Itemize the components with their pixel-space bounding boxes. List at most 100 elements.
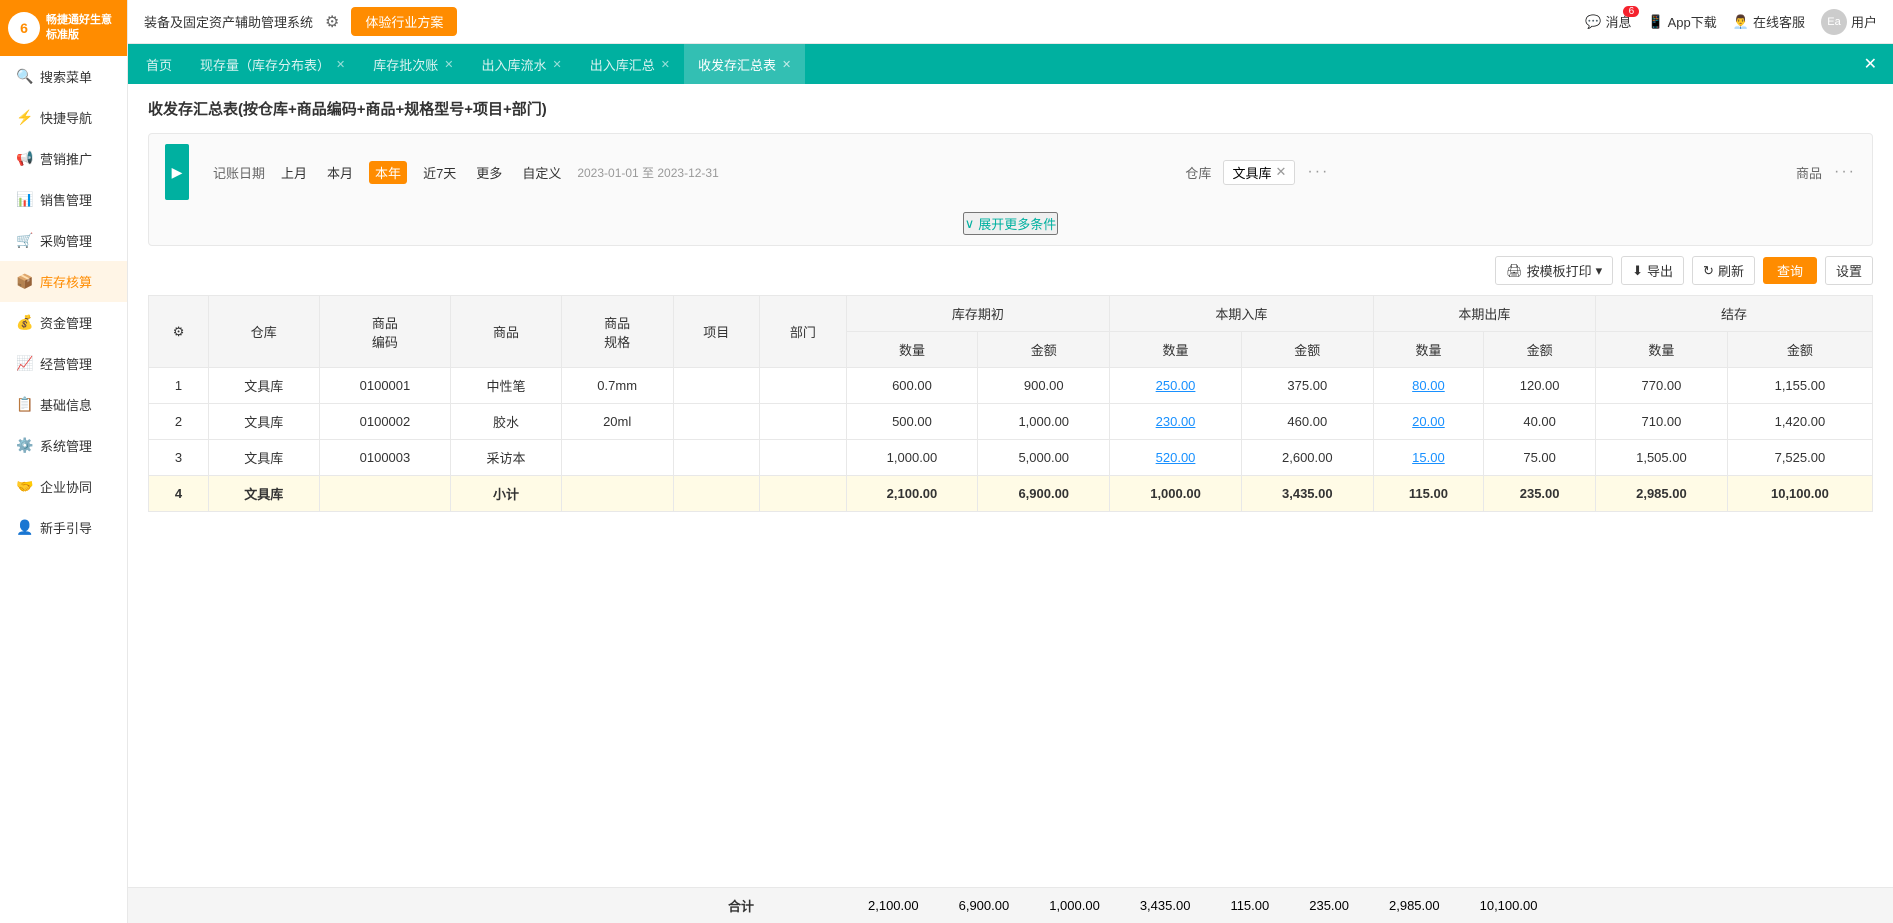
header-left: 装备及固定资产辅助管理系统 ⚙ 体验行业方案 (144, 7, 457, 36)
tab-batch[interactable]: 库存批次账 ✕ (359, 44, 467, 84)
cell-in-qty[interactable]: 520.00 (1110, 440, 1242, 476)
cell-balance-amt: 1,420.00 (1727, 404, 1872, 440)
cell-opening-qty: 2,100.00 (846, 476, 978, 512)
date-btn-7days[interactable]: 近7天 (419, 161, 460, 184)
sidebar-item-sales[interactable]: 📊 销售管理 (0, 179, 127, 220)
user-menu-btn[interactable]: Ea 用户 (1821, 9, 1877, 35)
cell-opening-qty: 600.00 (846, 368, 978, 404)
system-name: 装备及固定资产辅助管理系统 (144, 12, 313, 31)
marketing-icon: 📢 (16, 150, 32, 167)
basicinfo-icon: 📋 (16, 396, 32, 413)
date-btn-custom[interactable]: 自定义 (518, 161, 565, 184)
avatar: Ea (1821, 9, 1847, 35)
cell-index: 1 (149, 368, 209, 404)
sidebar-item-basicinfo[interactable]: 📋 基础信息 (0, 384, 127, 425)
print-btn[interactable]: 🖨 按模板打印 ▾ (1495, 256, 1613, 285)
col-opening-qty: 数量 (846, 332, 978, 368)
online-service-btn[interactable]: 👨‍💼 在线客服 (1733, 12, 1805, 31)
cell-code (319, 476, 451, 512)
cell-spec: 20ml (561, 404, 673, 440)
purchase-icon: 🛒 (16, 232, 32, 249)
tab-bar-close-btn[interactable]: ✕ (1852, 54, 1889, 74)
message-icon: 💬 (1585, 14, 1601, 30)
filter-arrow-btn[interactable]: ▶ (165, 144, 189, 200)
app-download-btn[interactable]: 📱 App下载 (1647, 12, 1716, 31)
enterprise-icon: 🤝 (16, 478, 32, 495)
date-btn-this-year[interactable]: 本年 (369, 161, 407, 184)
expand-btn[interactable]: ∨ 展开更多条件 (963, 212, 1059, 235)
warehouse-more-btn[interactable]: ··· (1307, 163, 1329, 181)
inventory-icon: 📦 (16, 273, 32, 290)
col-balance-amt: 金额 (1727, 332, 1872, 368)
cell-opening-qty: 1,000.00 (846, 440, 978, 476)
sidebar-logo: 6 畅捷通好生意 标准版 (0, 0, 127, 56)
logo-icon: 6 (8, 12, 40, 44)
sidebar-item-marketing[interactable]: 📢 营销推广 (0, 138, 127, 179)
tab-summary[interactable]: 出入库汇总 ✕ (576, 44, 684, 84)
tab-flow[interactable]: 出入库流水 ✕ (467, 44, 575, 84)
footer-in-qty: 1,000.00 (1049, 898, 1100, 913)
refresh-icon: ↻ (1703, 263, 1714, 279)
date-btn-last-month[interactable]: 上月 (277, 161, 311, 184)
filter-bar: ▶ 记账日期 上月 本月 本年 近7天 更多 自定义 2023-01-01 至 … (148, 133, 1873, 246)
sidebar-item-enterprise[interactable]: 🤝 企业协同 (0, 466, 127, 507)
sidebar-item-system[interactable]: ⚙️ 系统管理 (0, 425, 127, 466)
cell-warehouse: 文具库 (209, 368, 319, 404)
cell-code: 0100003 (319, 440, 451, 476)
warehouse-tag-close[interactable]: ✕ (1275, 164, 1286, 180)
cell-spec (561, 440, 673, 476)
cell-project (673, 440, 760, 476)
query-btn[interactable]: 查询 (1763, 257, 1817, 284)
try-industry-btn[interactable]: 体验行业方案 (351, 7, 457, 36)
cell-in-qty[interactable]: 230.00 (1110, 404, 1242, 440)
col-opening-amt: 金额 (978, 332, 1110, 368)
date-range: 2023-01-01 至 2023-12-31 (577, 164, 718, 181)
sidebar-item-search[interactable]: 🔍 搜索菜单 (0, 56, 127, 97)
tab-stock-close[interactable]: ✕ (336, 58, 345, 71)
gear-icon[interactable]: ⚙ (325, 12, 339, 32)
footer-out-qty: 115.00 (1230, 898, 1269, 913)
col-opening: 库存期初 (846, 296, 1110, 332)
cell-project (673, 476, 760, 512)
cell-opening-amt: 6,900.00 (978, 476, 1110, 512)
expand-row: ∨ 展开更多条件 (165, 208, 1856, 235)
cell-code: 0100002 (319, 404, 451, 440)
col-code: 商品编码 (319, 296, 451, 368)
export-btn[interactable]: ⬇ 导出 (1621, 256, 1684, 285)
warehouse-tag[interactable]: 文具库 ✕ (1223, 160, 1295, 185)
refresh-btn[interactable]: ↻ 刷新 (1692, 256, 1755, 285)
sidebar-item-newbie[interactable]: 👤 新手引导 (0, 507, 127, 548)
tab-recsend[interactable]: 收发存汇总表 ✕ (684, 44, 805, 84)
cell-in-qty[interactable]: 250.00 (1110, 368, 1242, 404)
goods-more-btn[interactable]: ··· (1834, 163, 1856, 181)
cell-out-qty[interactable]: 15.00 (1373, 440, 1484, 476)
cell-name: 采访本 (451, 440, 561, 476)
settings-btn[interactable]: 设置 (1825, 256, 1873, 285)
tab-stock[interactable]: 现存量（库存分布表） ✕ (186, 44, 359, 84)
sidebar-item-operations[interactable]: 📈 经营管理 (0, 343, 127, 384)
tab-recsend-close[interactable]: ✕ (782, 58, 791, 71)
cell-out-amt: 235.00 (1484, 476, 1596, 512)
tab-batch-close[interactable]: ✕ (444, 58, 453, 71)
sidebar-item-quicknav[interactable]: ⚡ 快捷导航 (0, 97, 127, 138)
cell-project (673, 368, 760, 404)
tab-flow-close[interactable]: ✕ (553, 58, 562, 71)
col-spec: 商品规格 (561, 296, 673, 368)
cell-out-qty[interactable]: 20.00 (1373, 404, 1484, 440)
cell-in-amt: 375.00 (1241, 368, 1373, 404)
footer-in-amt: 3,435.00 (1140, 898, 1191, 913)
sidebar-item-finance[interactable]: 💰 资金管理 (0, 302, 127, 343)
tab-home[interactable]: 首页 (132, 44, 186, 84)
finance-icon: 💰 (16, 314, 32, 331)
sidebar-item-purchase[interactable]: 🛒 采购管理 (0, 220, 127, 261)
sidebar-item-inventory[interactable]: 📦 库存核算 (0, 261, 127, 302)
col-warehouse: 仓库 (209, 296, 319, 368)
cell-name: 胶水 (451, 404, 561, 440)
date-btn-more[interactable]: 更多 (472, 161, 506, 184)
date-btn-this-month[interactable]: 本月 (323, 161, 357, 184)
tab-summary-close[interactable]: ✕ (661, 58, 670, 71)
cell-out-qty[interactable]: 80.00 (1373, 368, 1484, 404)
message-btn[interactable]: 💬 消息 6 (1585, 12, 1631, 31)
cell-out-qty: 115.00 (1373, 476, 1484, 512)
col-settings[interactable]: ⚙ (149, 296, 209, 368)
